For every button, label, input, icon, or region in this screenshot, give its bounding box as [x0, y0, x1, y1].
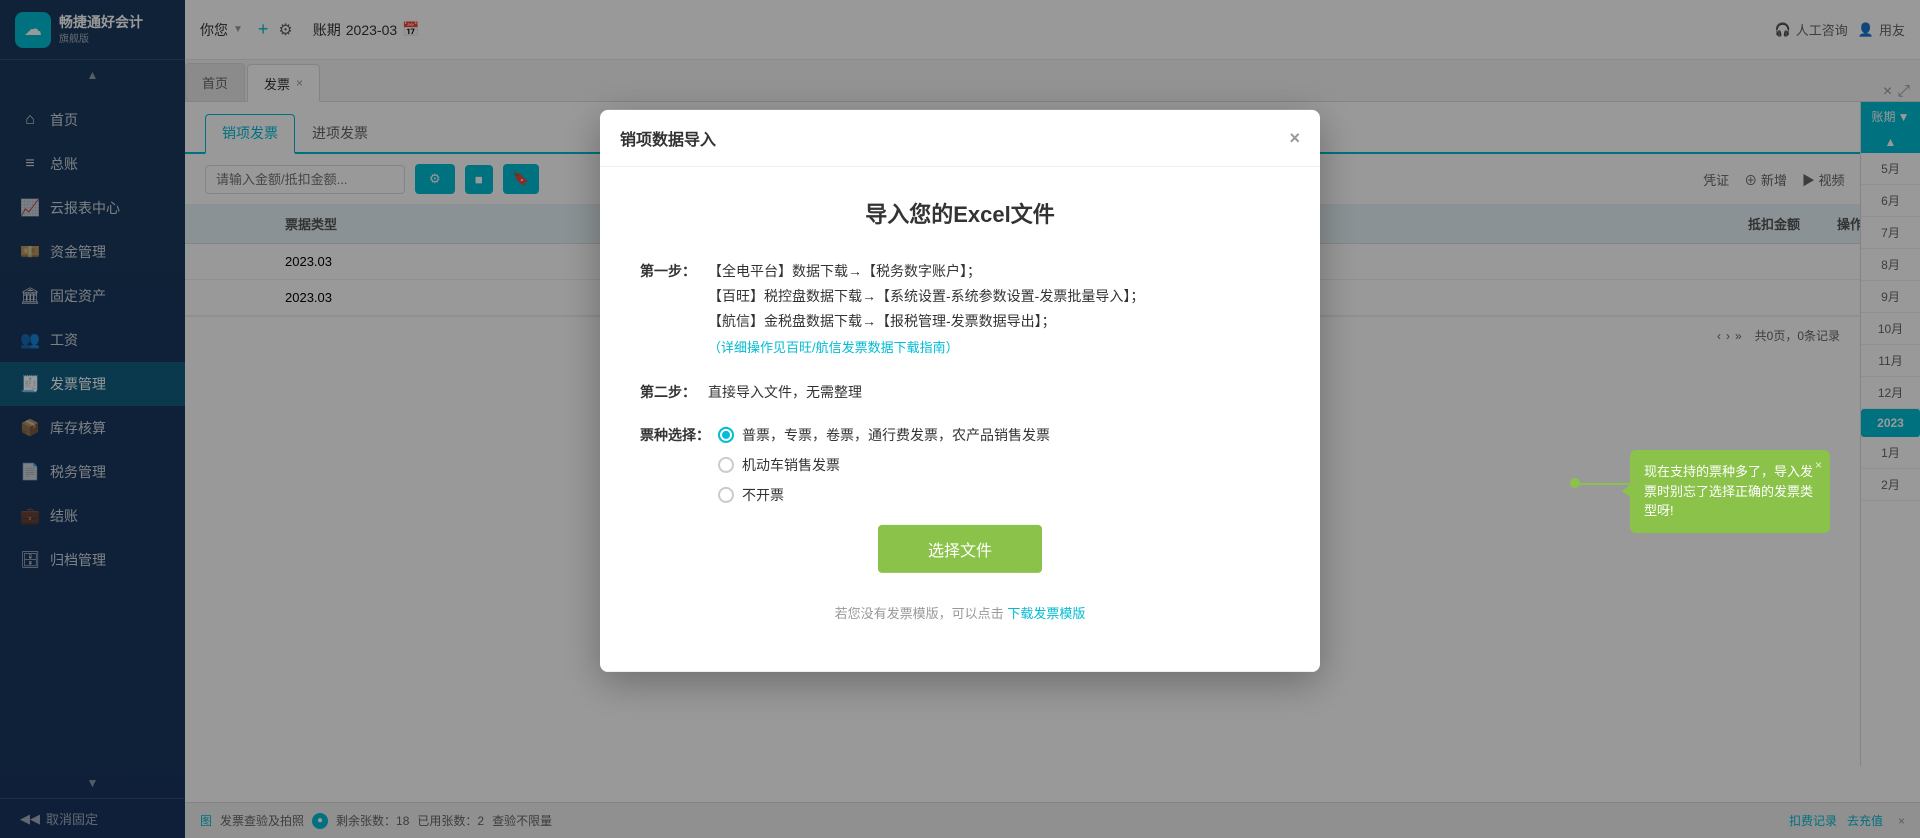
- tooltip-text: 现在支持的票种多了，导入发票时别忘了选择正确的发票类型呀!: [1644, 464, 1813, 518]
- radio-label-2: 机动车销售发票: [742, 455, 840, 475]
- tooltip-close-btn[interactable]: ×: [1815, 456, 1822, 474]
- radio-dot-2: [718, 457, 734, 473]
- step1-container: 第一步： 【全电平台】数据下载→【税务数字账户】； 【百旺】税控盘数据下载→【系…: [640, 259, 1280, 360]
- step1-label: 第一步：: [640, 259, 700, 360]
- modal-body: 导入您的Excel文件 第一步： 【全电平台】数据下载→【税务数字账户】； 【百…: [600, 167, 1320, 672]
- tooltip-connector-line: [1580, 483, 1830, 485]
- radio-option-2[interactable]: 机动车销售发票: [718, 455, 1050, 475]
- radio-label-3: 不开票: [742, 485, 784, 505]
- step1-line1: 【全电平台】数据下载→【税务数字账户】；: [708, 259, 1280, 284]
- radio-group-label: 票种选择：: [640, 425, 710, 505]
- import-modal: 销项数据导入 × 导入您的Excel文件 第一步： 【全电平台】数据下载→【税务…: [600, 110, 1320, 672]
- tooltip-bubble: × 现在支持的票种多了，导入发票时别忘了选择正确的发票类型呀!: [1630, 450, 1830, 533]
- step2-container: 第二步： 直接导入文件，无需整理: [640, 380, 1280, 405]
- modal-header: 销项数据导入 ×: [600, 110, 1320, 167]
- modal-close-btn[interactable]: ×: [1289, 127, 1300, 148]
- radio-dot-3: [718, 487, 734, 503]
- step1-content: 【全电平台】数据下载→【税务数字账户】； 【百旺】税控盘数据下载→【系统设置-系…: [708, 259, 1280, 360]
- modal-main-title: 导入您的Excel文件: [640, 197, 1280, 229]
- radio-group: 票种选择： 普票，专票，卷票，通行费发票，农产品销售发票 机动车销售发票 不开票: [640, 425, 1280, 505]
- modal-footer: 若您没有发票模版，可以点击 下载发票模版: [640, 593, 1280, 642]
- step2-content: 直接导入文件，无需整理: [708, 380, 1280, 405]
- tooltip-dot: [1570, 478, 1580, 488]
- step1-guide-link[interactable]: （详细操作见百旺/航信发票数据下载指南）: [708, 339, 959, 354]
- step1-line3: 【航信】金税盘数据下载→【报税管理-发票数据导出】；: [708, 309, 1280, 334]
- footer-text: 若您没有发票模版，可以点击: [835, 606, 1004, 621]
- download-template-link[interactable]: 下载发票模版: [1007, 606, 1085, 621]
- radio-dot-1: [718, 427, 734, 443]
- select-file-button[interactable]: 选择文件: [878, 525, 1042, 573]
- radio-label-1: 普票，专票，卷票，通行费发票，农产品销售发票: [742, 425, 1050, 445]
- radio-options: 普票，专票，卷票，通行费发票，农产品销售发票 机动车销售发票 不开票: [718, 425, 1050, 505]
- step1-line2: 【百旺】税控盘数据下载→【系统设置-系统参数设置-发票批量导入】；: [708, 284, 1280, 309]
- radio-option-3[interactable]: 不开票: [718, 485, 1050, 505]
- radio-option-1[interactable]: 普票，专票，卷票，通行费发票，农产品销售发票: [718, 425, 1050, 445]
- modal-title-bar: 销项数据导入: [620, 126, 716, 150]
- step2-label: 第二步：: [640, 380, 700, 405]
